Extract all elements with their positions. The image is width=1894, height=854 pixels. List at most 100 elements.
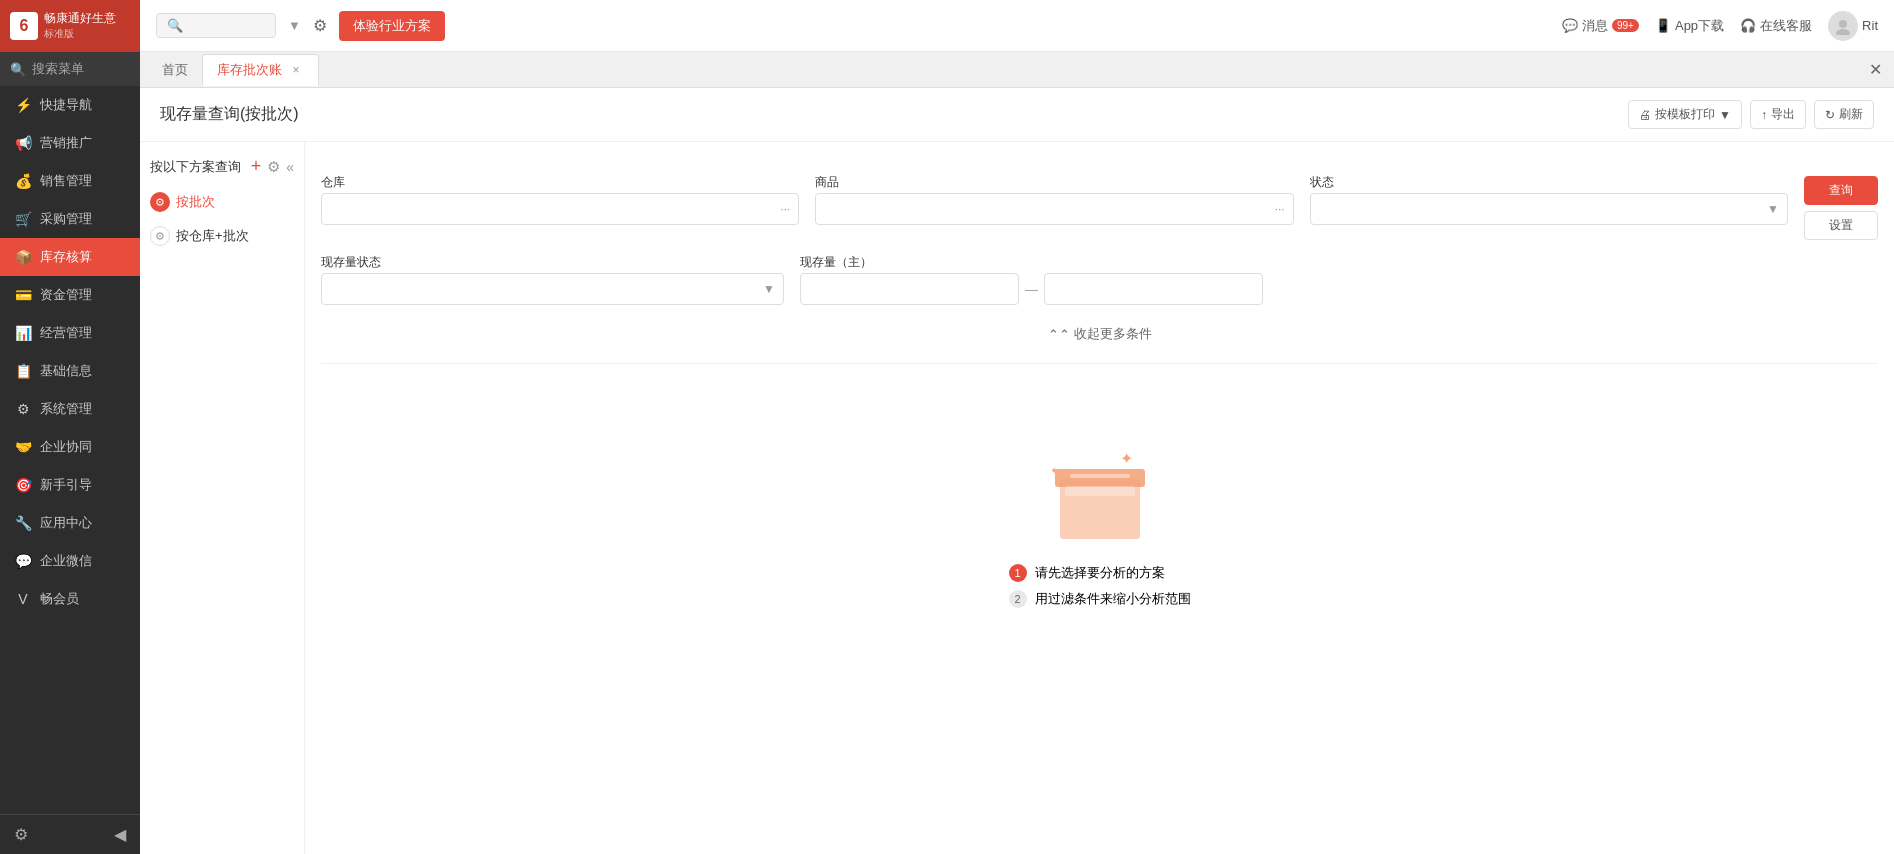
nav-label-system: 系统管理 (40, 400, 92, 418)
export-btn[interactable]: ↑ 导出 (1750, 100, 1806, 129)
nav-label-inventory: 库存核算 (40, 248, 92, 266)
gear-icon[interactable]: ⚙ (313, 16, 327, 35)
collapse-filters-btn[interactable]: ⌃⌃ 收起更多条件 (321, 319, 1878, 349)
app-version: 标准版 (44, 27, 116, 41)
stock-qty-separator: — (1025, 282, 1038, 297)
message-badge: 99+ (1612, 19, 1639, 32)
stock-qty-filter: 现存量（主） — (800, 254, 1263, 305)
user-item[interactable]: Rit (1828, 11, 1878, 41)
sidebar-item-purchase[interactable]: 🛒采购管理 (0, 200, 140, 238)
nav-icon-purchase: 🛒 (14, 210, 32, 228)
search-label: 搜索菜单 (32, 60, 84, 78)
nav-icon-basic: 📋 (14, 362, 32, 380)
topbar-right: 💬 消息 99+ 📱 App下载 🎧 在线客服 Rit (1562, 11, 1878, 41)
collapse-up-icon: ⌃⌃ (1048, 327, 1070, 342)
status-select[interactable]: ▼ (1310, 193, 1788, 225)
nav-label-finance: 资金管理 (40, 286, 92, 304)
sidebar-item-finance[interactable]: 💳 资金管理 (0, 276, 140, 314)
nav-label-enterprise: 企业协同 (40, 438, 92, 456)
step-2-num: 2 (1009, 590, 1027, 608)
settings-icon[interactable]: ⚙ (14, 825, 28, 844)
sidebar-footer: ⚙ ◀ (0, 814, 140, 854)
sidebar-search[interactable]: 🔍 搜索菜单 (0, 52, 140, 86)
sidebar: 6 畅康通好生意 标准版 🔍 搜索菜单 ⚡快捷导航📢营销推广💰销售管理🛒采购管理… (0, 0, 140, 854)
sidebar-item-quick-nav[interactable]: ⚡快捷导航 (0, 86, 140, 124)
stock-status-arrow: ▼ (763, 282, 775, 296)
export-icon: ↑ (1761, 108, 1767, 122)
nav-icon-member: V (14, 590, 32, 608)
schema-item-batch[interactable]: ⚙ 按批次 (140, 185, 304, 219)
sidebar-item-enterprise[interactable]: 🤝 企业协同 (0, 428, 140, 466)
nav-icon-enterprise-wechat: 💬 (14, 552, 32, 570)
empty-steps: 1 请先选择要分析的方案 2 用过滤条件来缩小分析范围 (1009, 564, 1191, 616)
sidebar-item-app-center[interactable]: 🔧 应用中心 (0, 504, 140, 542)
sidebar-item-system[interactable]: ⚙ 系统管理 (0, 390, 140, 428)
experience-btn[interactable]: 体验行业方案 (339, 11, 445, 41)
product-label: 商品 (815, 174, 1293, 191)
print-dropdown-icon[interactable]: ▼ (1719, 108, 1731, 122)
sidebar-item-member[interactable]: V 畅会员 (0, 580, 140, 618)
nav-icon-app-center: 🔧 (14, 514, 32, 532)
nav-label-member: 畅会员 (40, 590, 79, 608)
content-divider (321, 363, 1878, 364)
schema-item-warehouse-batch[interactable]: ⚙ 按仓库+批次 (140, 219, 304, 253)
schema-label-warehouse-batch: 按仓库+批次 (176, 227, 249, 245)
page-actions: 🖨 按模板打印 ▼ ↑ 导出 ↻ 刷新 (1628, 100, 1874, 129)
app-logo: 6 (10, 12, 38, 40)
app-download-item[interactable]: 📱 App下载 (1655, 17, 1724, 35)
status-filter: 状态 ▼ (1310, 174, 1788, 225)
message-label: 消息 (1582, 17, 1608, 35)
tab-inventory-batch[interactable]: 库存批次账 × (202, 54, 319, 86)
refresh-btn[interactable]: ↻ 刷新 (1814, 100, 1874, 129)
collapse-sidebar-icon[interactable]: ◀ (114, 825, 126, 844)
query-btn[interactable]: 查询 (1804, 176, 1878, 205)
nav-icon-finance: 💳 (14, 286, 32, 304)
left-panel-header: 按以下方案查询 + ⚙ « (140, 152, 304, 185)
step-2-text: 用过滤条件来缩小分析范围 (1035, 590, 1191, 608)
schema-collapse-btn[interactable]: « (286, 159, 294, 175)
nav-icon-system: ⚙ (14, 400, 32, 418)
stock-status-select[interactable]: ▼ (321, 273, 784, 305)
topbar-dropdown-icon[interactable]: ▼ (288, 18, 301, 33)
sidebar-item-enterprise-wechat[interactable]: 💬企业微信 (0, 542, 140, 580)
sidebar-item-sales[interactable]: 💰销售管理 (0, 162, 140, 200)
warehouse-input[interactable]: ··· (321, 193, 799, 225)
sidebar-item-basic[interactable]: 📋基础信息 (0, 352, 140, 390)
app-name: 畅康通好生意 (44, 11, 116, 27)
online-service-item[interactable]: 🎧 在线客服 (1740, 17, 1812, 35)
nav-label-app-center: 应用中心 (40, 514, 92, 532)
nav-label-marketing: 营销推广 (40, 134, 92, 152)
sidebar-item-inventory[interactable]: 📦库存核算 (0, 238, 140, 276)
sidebar-item-operation[interactable]: 📊经营管理 (0, 314, 140, 352)
product-input[interactable]: ··· (815, 193, 1293, 225)
online-service-label: 在线客服 (1760, 17, 1812, 35)
sidebar-item-newbie[interactable]: 🎯新手引导 (0, 466, 140, 504)
left-panel-title: 按以下方案查询 (150, 158, 241, 176)
template-print-btn[interactable]: 🖨 按模板打印 ▼ (1628, 100, 1742, 129)
topbar-search-box[interactable]: 🔍 (156, 13, 276, 38)
nav-label-operation: 经营管理 (40, 324, 92, 342)
stock-qty-min-input[interactable] (800, 273, 1019, 305)
product-more-icon: ··· (1275, 202, 1285, 216)
add-schema-btn[interactable]: + (251, 156, 262, 177)
stock-qty-max-input[interactable] (1044, 273, 1263, 305)
nav-icon-enterprise: 🤝 (14, 438, 32, 456)
tabs-bar: 首页 库存批次账 × ✕ (140, 52, 1894, 88)
avatar (1828, 11, 1858, 41)
sidebar-item-marketing[interactable]: 📢营销推广 (0, 124, 140, 162)
app-download-label: App下载 (1675, 17, 1724, 35)
main-area: 🔍 ▼ ⚙ 体验行业方案 💬 消息 99+ 📱 App下载 🎧 在线客服 (140, 0, 1894, 854)
nav-label-quick-nav: 快捷导航 (40, 96, 92, 114)
tab-home[interactable]: 首页 (148, 55, 202, 85)
close-panel-btn[interactable]: ✕ (1865, 56, 1886, 83)
schema-settings-btn[interactable]: ⚙ (267, 158, 280, 176)
svg-point-0 (1839, 20, 1847, 28)
svg-rect-4 (1070, 474, 1130, 478)
svg-rect-5 (1065, 486, 1135, 496)
filter-settings-btn[interactable]: 设置 (1804, 211, 1878, 240)
tab-close-icon[interactable]: × (288, 62, 304, 78)
stock-qty-label: 现存量（主） (800, 254, 1263, 271)
message-item[interactable]: 💬 消息 99+ (1562, 17, 1639, 35)
sidebar-nav: ⚡快捷导航📢营销推广💰销售管理🛒采购管理📦库存核算 💳 资金管理 📊经营管理📋基础信息… (0, 86, 140, 814)
stock-qty-range: — (800, 273, 1263, 305)
